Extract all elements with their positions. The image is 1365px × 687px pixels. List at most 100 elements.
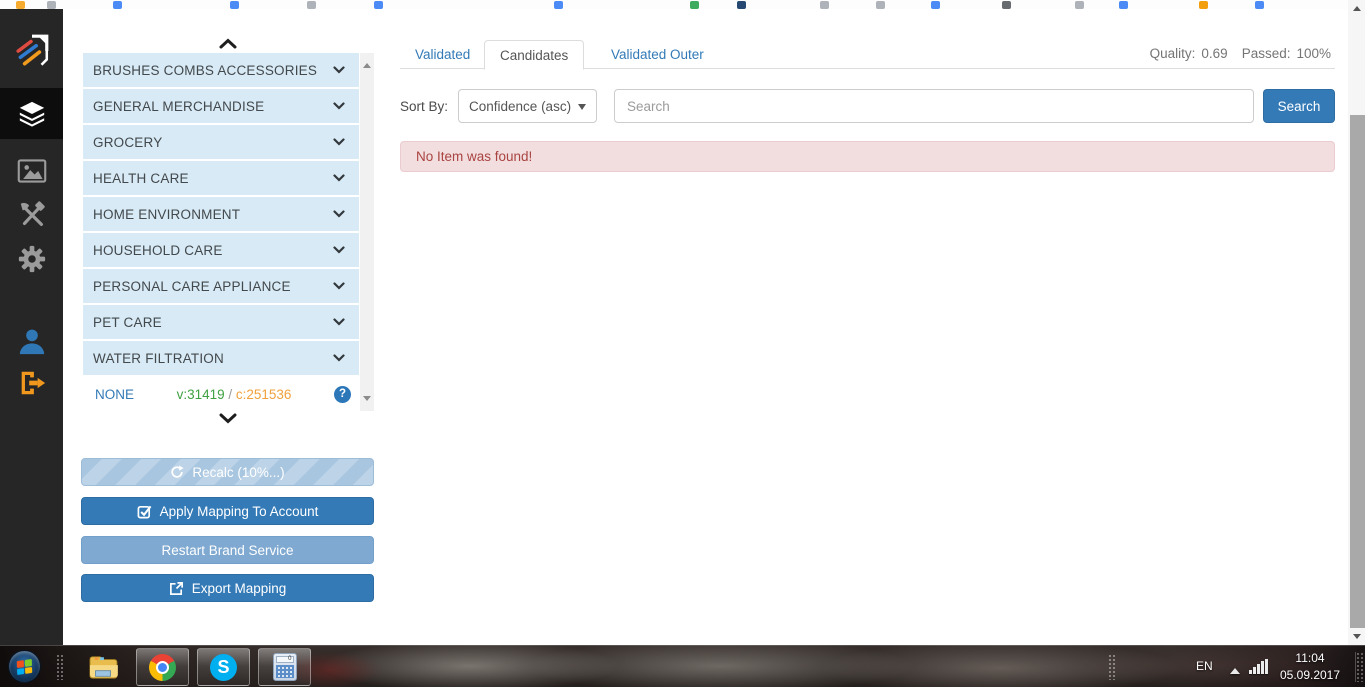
- category-label: GROCERY: [93, 134, 163, 150]
- search-input[interactable]: [614, 89, 1254, 123]
- chevron-down-icon[interactable]: [333, 246, 345, 254]
- category-row[interactable]: HOME ENVIRONMENT: [83, 197, 359, 231]
- layers-icon: [19, 101, 44, 127]
- scrollbar-down-button[interactable]: [1348, 629, 1365, 645]
- scrollbar-up-button[interactable]: [1348, 0, 1365, 16]
- bookmark-favicon[interactable]: [230, 1, 239, 9]
- bookmark-favicon[interactable]: [737, 1, 746, 9]
- chevron-up-icon: [219, 38, 237, 49]
- validated-count: v:31419: [176, 386, 225, 402]
- candidate-count: c:251536: [235, 386, 292, 402]
- category-row[interactable]: WATER FILTRATION: [83, 341, 359, 375]
- language-indicator[interactable]: EN: [1196, 659, 1213, 673]
- recalc-button[interactable]: Recalc (10%...): [81, 458, 374, 486]
- show-hidden-icons-arrow[interactable]: [1230, 663, 1240, 674]
- bookmark-favicon[interactable]: [1255, 1, 1264, 9]
- bookmark-favicon[interactable]: [1075, 1, 1084, 9]
- bookmark-favicon[interactable]: [1199, 1, 1208, 9]
- export-mapping-label: Export Mapping: [191, 580, 287, 596]
- sidebar-item-logout[interactable]: [0, 361, 63, 405]
- category-row[interactable]: BRUSHES COMBS ACCESSORIES: [83, 53, 359, 87]
- clock-date: 05.09.2017: [1279, 668, 1341, 682]
- bookmark-favicon[interactable]: [307, 1, 316, 9]
- user-icon: [19, 329, 44, 355]
- bookmark-favicon[interactable]: [820, 1, 829, 9]
- bookmark-favicon[interactable]: [554, 1, 563, 9]
- scroll-down-chevron[interactable]: [213, 413, 243, 427]
- export-icon: [169, 581, 183, 595]
- chevron-down-icon[interactable]: [333, 318, 345, 326]
- sort-by-label: Sort By:: [400, 98, 449, 114]
- help-icon[interactable]: ?: [334, 385, 351, 403]
- sidebar-item-settings[interactable]: [0, 237, 63, 281]
- taskbar-clock[interactable]: 11:04 05.09.2017: [1276, 650, 1344, 684]
- chevron-down-icon[interactable]: [333, 66, 345, 74]
- sidebar-item-mappings[interactable]: [0, 88, 63, 139]
- category-label: HOUSEHOLD CARE: [93, 242, 223, 258]
- windows-logo-icon: [16, 658, 33, 675]
- passed-value: 100%: [1296, 46, 1331, 61]
- chevron-down-icon[interactable]: [333, 210, 345, 218]
- skype-taskbar-button[interactable]: S: [197, 648, 250, 686]
- apply-mapping-label: Apply Mapping To Account: [159, 503, 319, 519]
- quality-value: 0.69: [1201, 46, 1228, 61]
- main-content: BRUSHES COMBS ACCESSORIES GENERAL MERCHA…: [63, 9, 1348, 645]
- scrollbar-down-arrow[interactable]: [363, 396, 371, 405]
- sort-select[interactable]: Confidence (asc): [458, 89, 598, 123]
- apply-mapping-button[interactable]: Apply Mapping To Account: [81, 497, 374, 525]
- category-label: PET CARE: [93, 314, 162, 330]
- chevron-down-icon[interactable]: [333, 282, 345, 290]
- bookmark-favicon[interactable]: [876, 1, 885, 9]
- browser-scrollbar[interactable]: [1348, 0, 1365, 645]
- tab-candidates[interactable]: Candidates: [484, 40, 585, 70]
- scrollbar-thumb[interactable]: [1350, 115, 1365, 628]
- chevron-down-icon[interactable]: [333, 138, 345, 146]
- scrollbar-up-arrow[interactable]: [363, 59, 371, 68]
- category-label: GENERAL MERCHANDISE: [93, 98, 265, 114]
- category-row[interactable]: GROCERY: [83, 125, 359, 159]
- network-icon[interactable]: [1249, 659, 1269, 674]
- sidebar-item-account[interactable]: [0, 319, 63, 363]
- tab-validated[interactable]: Validated: [400, 40, 485, 69]
- none-row[interactable]: NONE v:31419 / c:251536 ?: [83, 377, 359, 411]
- bookmark-favicon[interactable]: [47, 1, 56, 9]
- category-scrollbar[interactable]: [360, 53, 374, 411]
- tab-validated-outer[interactable]: Validated Outer: [596, 40, 719, 69]
- chevron-down-icon[interactable]: [333, 354, 345, 362]
- bookmark-favicon[interactable]: [1002, 1, 1011, 9]
- export-mapping-button[interactable]: Export Mapping: [81, 574, 374, 602]
- bookmarks-bar[interactable]: [0, 0, 1365, 9]
- category-row[interactable]: PET CARE: [83, 305, 359, 339]
- bookmark-favicon[interactable]: [931, 1, 940, 9]
- bookmark-favicon[interactable]: [690, 1, 699, 9]
- quality-label: Quality:: [1149, 46, 1196, 61]
- none-label[interactable]: NONE: [95, 387, 134, 402]
- taskbar-grip-right: [1108, 654, 1116, 680]
- scroll-up-chevron[interactable]: [213, 38, 243, 52]
- app-logo[interactable]: [0, 25, 63, 77]
- category-row[interactable]: HOUSEHOLD CARE: [83, 233, 359, 267]
- sidebar-item-images[interactable]: [0, 149, 63, 193]
- category-row[interactable]: HEALTH CARE: [83, 161, 359, 195]
- chevron-down-icon[interactable]: [333, 174, 345, 182]
- bookmark-favicon[interactable]: [16, 1, 25, 9]
- calculator-taskbar-button[interactable]: 0: [258, 648, 311, 686]
- chevron-down-icon[interactable]: [333, 102, 345, 110]
- category-row[interactable]: PERSONAL CARE APPLIANCE: [83, 269, 359, 303]
- bookmark-favicon[interactable]: [1119, 1, 1128, 9]
- show-desktop-button[interactable]: [1355, 652, 1364, 682]
- category-row[interactable]: GENERAL MERCHANDISE: [83, 89, 359, 123]
- restart-brand-service-button[interactable]: Restart Brand Service: [81, 536, 374, 564]
- bookmark-favicon[interactable]: [113, 1, 122, 9]
- file-explorer-button[interactable]: [86, 652, 120, 682]
- sort-selected-value: Confidence (asc): [469, 98, 572, 114]
- chrome-taskbar-button[interactable]: [136, 648, 189, 686]
- sidebar-item-tools[interactable]: [0, 193, 63, 237]
- start-button[interactable]: [8, 650, 41, 683]
- recalc-label: Recalc (10%...): [192, 464, 285, 480]
- search-button[interactable]: Search: [1263, 89, 1335, 123]
- passed-label: Passed:: [1241, 46, 1291, 61]
- count-separator: /: [224, 386, 236, 402]
- bookmark-favicon[interactable]: [374, 1, 383, 9]
- folder-icon: [89, 656, 118, 679]
